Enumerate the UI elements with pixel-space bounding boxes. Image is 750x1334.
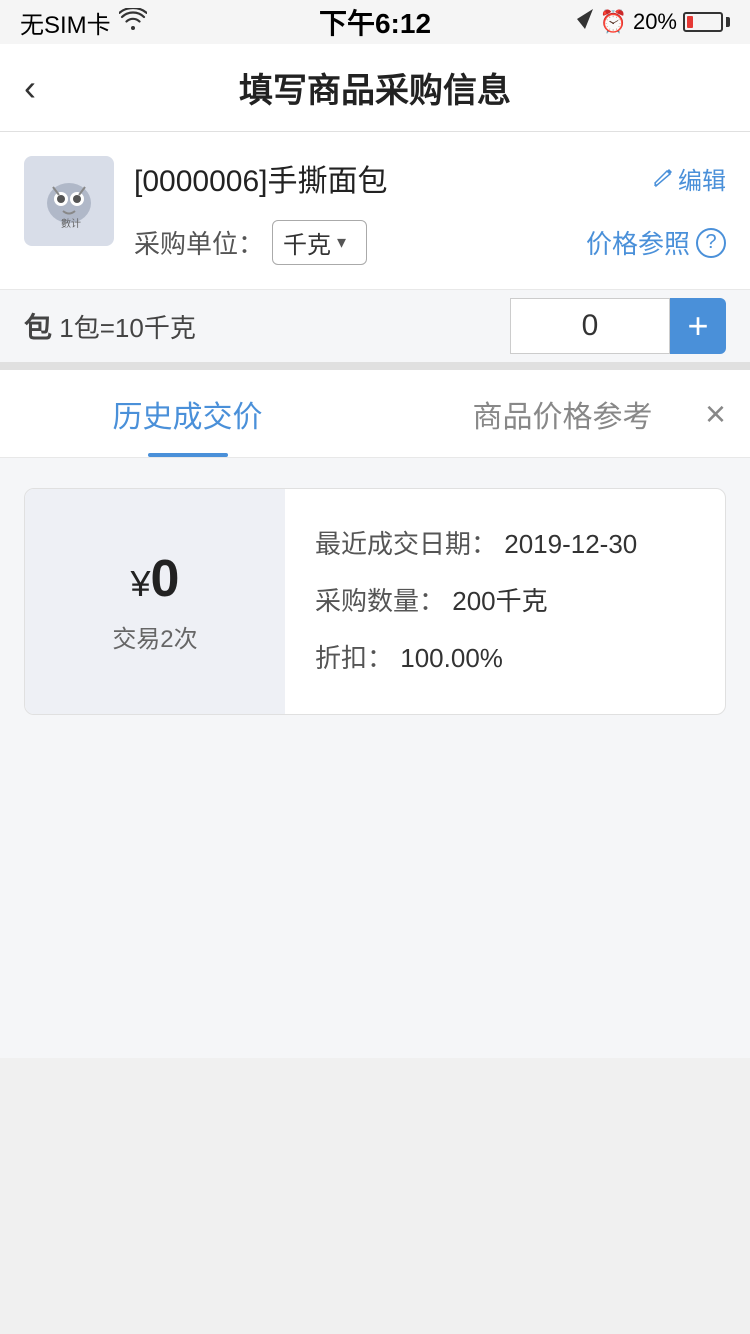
trade-count: 交易2次 bbox=[112, 619, 197, 654]
unit-conversion: 1包=10千克 bbox=[59, 313, 196, 343]
purchase-qty-label: 采购数量： bbox=[315, 586, 445, 616]
product-thumbnail: 數计 bbox=[24, 156, 114, 246]
location-icon bbox=[576, 8, 594, 36]
purchase-qty-row: 采购数量： 200千克 bbox=[315, 582, 695, 621]
history-section: ¥0 交易2次 最近成交日期： 2019-12-30 采购数量： 200千克 折… bbox=[0, 458, 750, 1058]
alarm-icon: ⏰ bbox=[600, 9, 627, 35]
discount-row: 折扣： 100.00% bbox=[315, 639, 695, 678]
recent-date-label: 最近成交日期： bbox=[315, 529, 497, 559]
discount-value: 100.00% bbox=[400, 643, 503, 673]
quantity-input[interactable] bbox=[510, 298, 670, 354]
page-title: 填写商品采购信息 bbox=[239, 63, 511, 112]
history-price-value: ¥0 bbox=[131, 549, 180, 609]
unit-label: 采购单位： 千克 bbox=[134, 220, 367, 265]
recent-date-row: 最近成交日期： 2019-12-30 bbox=[315, 525, 695, 564]
status-bar: 无SIM卡 下午6:12 ⏰ 20% bbox=[0, 0, 750, 44]
edit-button[interactable]: 编辑 bbox=[652, 161, 726, 196]
yen-symbol: ¥ bbox=[131, 563, 151, 604]
discount-label: 折扣： bbox=[315, 643, 393, 673]
carrier-text: 无SIM卡 bbox=[20, 5, 111, 40]
nav-bar: ‹ 填写商品采购信息 bbox=[0, 44, 750, 132]
price-number: 0 bbox=[151, 550, 180, 608]
quantity-control: + bbox=[510, 298, 726, 354]
help-icon: ? bbox=[696, 228, 726, 258]
back-button[interactable]: ‹ bbox=[24, 67, 36, 109]
unit-info: 包 1包=10千克 bbox=[24, 306, 196, 346]
status-time: 下午6:12 bbox=[319, 2, 431, 42]
battery-icon bbox=[683, 12, 730, 32]
status-left: 无SIM卡 bbox=[20, 5, 147, 40]
purchase-qty-value: 200千克 bbox=[452, 586, 547, 616]
unit-name: 包 bbox=[24, 312, 52, 343]
recent-date-value: 2019-12-30 bbox=[504, 529, 637, 559]
tab-history-price[interactable]: 历史成交价 bbox=[0, 370, 375, 457]
history-price-block: ¥0 交易2次 bbox=[25, 489, 285, 714]
product-header: [0000006]手撕面包 编辑 bbox=[134, 156, 726, 200]
tabs-bar: 历史成交价 商品价格参考 × bbox=[0, 370, 750, 458]
quantity-plus-button[interactable]: + bbox=[670, 298, 726, 354]
price-reference-button[interactable]: 价格参照 ? bbox=[586, 224, 726, 261]
product-info: [0000006]手撕面包 编辑 采购单位： 千克 价格参照 ? bbox=[134, 156, 726, 265]
quantity-row: 包 1包=10千克 + bbox=[0, 290, 750, 370]
tab-price-reference[interactable]: 商品价格参考 bbox=[375, 370, 750, 457]
history-detail-block: 最近成交日期： 2019-12-30 采购数量： 200千克 折扣： 100.0… bbox=[285, 489, 725, 714]
product-unit-row: 采购单位： 千克 价格参照 ? bbox=[134, 220, 726, 265]
status-right: ⏰ 20% bbox=[576, 8, 730, 36]
wifi-icon bbox=[119, 8, 147, 37]
history-card: ¥0 交易2次 最近成交日期： 2019-12-30 采购数量： 200千克 折… bbox=[24, 488, 726, 715]
product-name: [0000006]手撕面包 bbox=[134, 156, 387, 200]
unit-select[interactable]: 千克 bbox=[272, 220, 367, 265]
battery-percent: 20% bbox=[633, 9, 677, 35]
close-button[interactable]: × bbox=[705, 393, 726, 435]
svg-text:數计: 數计 bbox=[61, 217, 81, 230]
product-card: 數计 [0000006]手撕面包 编辑 采购单位： 千克 bbox=[0, 132, 750, 290]
tab-underline bbox=[148, 453, 228, 457]
